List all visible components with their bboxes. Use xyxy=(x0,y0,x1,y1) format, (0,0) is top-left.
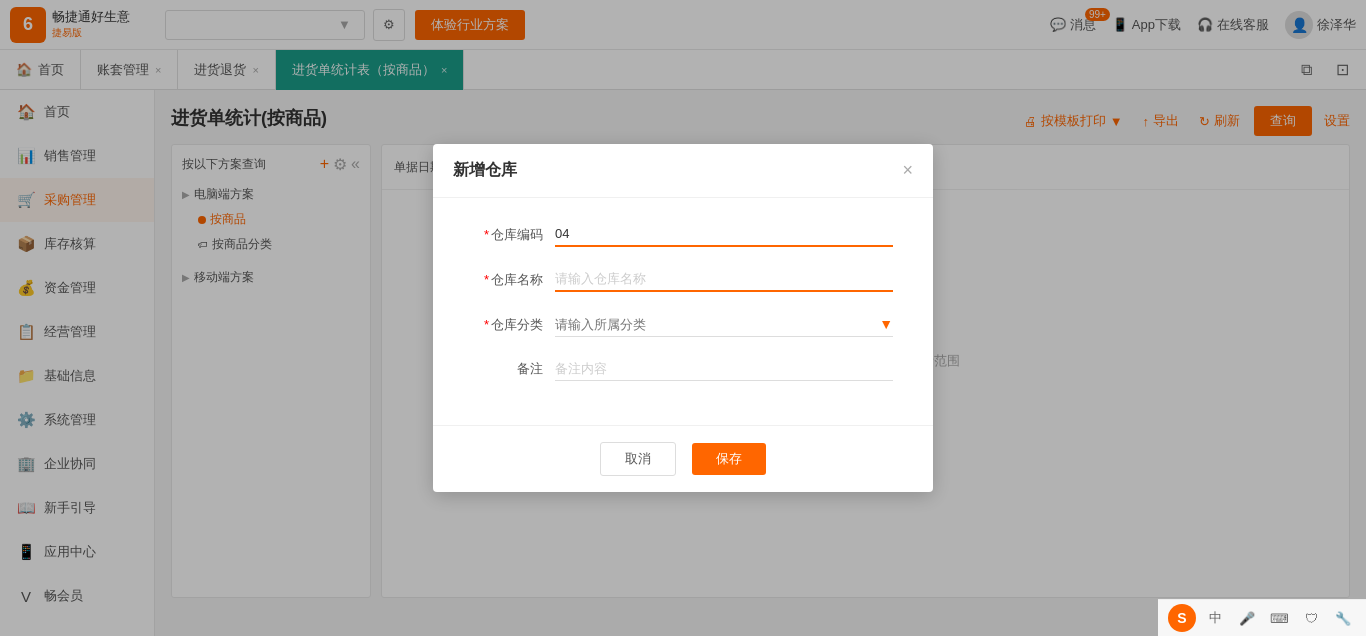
category-row: *仓库分类 ▼ xyxy=(473,312,893,337)
modal-header: 新增仓库 × xyxy=(433,144,933,198)
save-button[interactable]: 保存 xyxy=(692,443,766,475)
code-label: *仓库编码 xyxy=(473,226,543,244)
name-input[interactable] xyxy=(555,267,893,292)
bottom-bar: S 中 🎤 ⌨ 🛡 🔧 xyxy=(1158,599,1366,636)
modal-close-button[interactable]: × xyxy=(902,160,913,181)
modal-overlay[interactable]: 新增仓库 × *仓库编码 04 *仓库名称 *仓库分类 xyxy=(0,0,1366,636)
modal-footer: 取消 保存 xyxy=(433,425,933,492)
cancel-button[interactable]: 取消 xyxy=(600,442,676,476)
mic-icon[interactable]: 🎤 xyxy=(1234,605,1260,631)
category-select-wrap[interactable]: ▼ xyxy=(555,312,893,337)
code-row: *仓库编码 04 xyxy=(473,222,893,247)
category-input[interactable] xyxy=(555,317,879,332)
note-row: 备注 xyxy=(473,357,893,381)
modal-body: *仓库编码 04 *仓库名称 *仓库分类 ▼ xyxy=(433,198,933,425)
s-logo: S xyxy=(1168,604,1196,632)
note-input[interactable] xyxy=(555,357,893,381)
keyboard-icon[interactable]: ⌨ xyxy=(1266,605,1292,631)
chinese-input-label: 中 xyxy=(1202,605,1228,631)
name-required: * xyxy=(484,272,489,287)
name-label: *仓库名称 xyxy=(473,271,543,289)
category-dropdown-icon[interactable]: ▼ xyxy=(879,316,893,332)
code-input[interactable]: 04 xyxy=(555,222,893,247)
code-required: * xyxy=(484,227,489,242)
category-required: * xyxy=(484,317,489,332)
category-label: *仓库分类 xyxy=(473,316,543,334)
name-row: *仓库名称 xyxy=(473,267,893,292)
shield-icon[interactable]: 🛡 xyxy=(1298,605,1324,631)
modal-title: 新增仓库 xyxy=(453,160,517,181)
tools-icon[interactable]: 🔧 xyxy=(1330,605,1356,631)
modal-dialog: 新增仓库 × *仓库编码 04 *仓库名称 *仓库分类 xyxy=(433,144,933,492)
note-label: 备注 xyxy=(473,360,543,378)
